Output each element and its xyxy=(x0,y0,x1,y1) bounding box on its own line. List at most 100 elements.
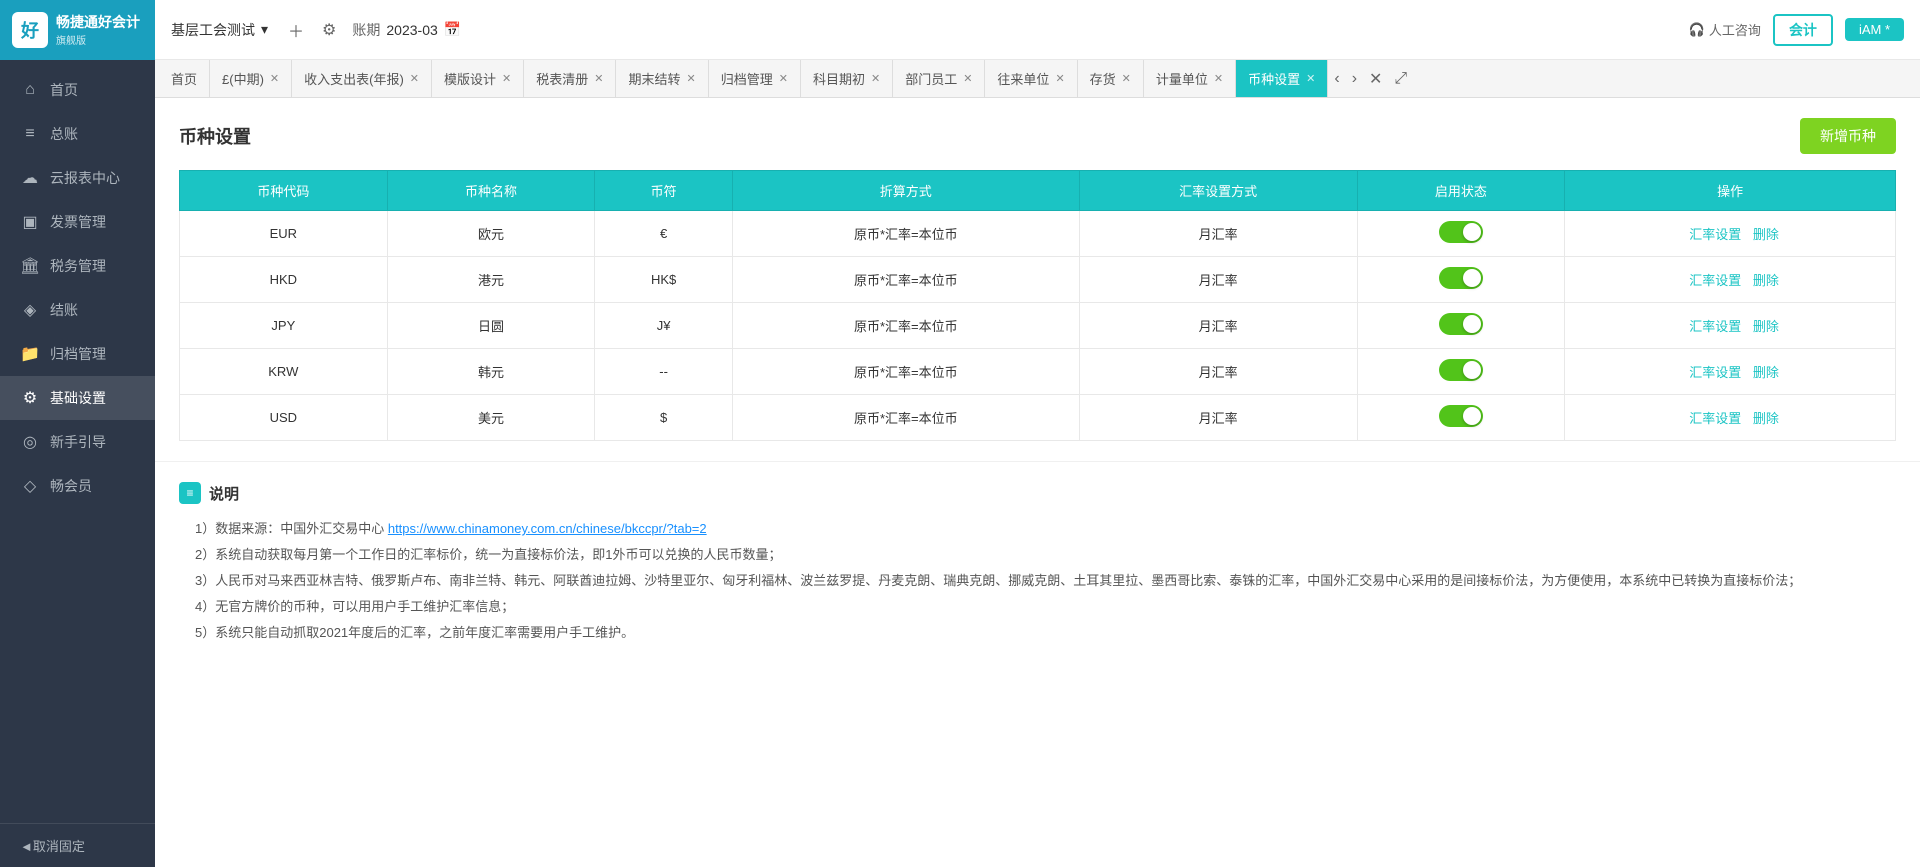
rate-settings-btn[interactable]: 汇率设置 xyxy=(1689,227,1741,242)
sidebar-item-archive[interactable]: 📁 归档管理 xyxy=(0,332,155,376)
tab-close-all-btn[interactable]: ✕ xyxy=(1363,69,1388,89)
period-selector[interactable]: 账期 2023-03 📅 xyxy=(352,20,461,40)
cell-actions: 汇率设置 删除 xyxy=(1565,257,1896,303)
tab-prev-btn[interactable]: ‹ xyxy=(1328,70,1345,88)
col-header-code: 币种代码 xyxy=(180,171,388,211)
tab-tax[interactable]: 税表清册 ✕ xyxy=(524,60,616,98)
cell-symbol: € xyxy=(595,211,733,257)
enable-toggle[interactable] xyxy=(1439,313,1483,335)
delete-btn[interactable]: 删除 xyxy=(1753,365,1779,380)
cell-code: HKD xyxy=(180,257,388,303)
sidebar-item-tax[interactable]: 🏛 税务管理 xyxy=(0,244,155,288)
tab-template[interactable]: 模版设计 ✕ xyxy=(432,60,524,98)
delete-btn[interactable]: 删除 xyxy=(1753,273,1779,288)
tab-expand-btn[interactable]: ⤢ xyxy=(1388,70,1413,88)
tab-close-icon[interactable]: ✕ xyxy=(963,72,972,85)
sidebar-item-invoice[interactable]: ▣ 发票管理 xyxy=(0,200,155,244)
delete-btn[interactable]: 删除 xyxy=(1753,227,1779,242)
delete-btn[interactable]: 删除 xyxy=(1753,319,1779,334)
cell-name: 港元 xyxy=(387,257,595,303)
delete-btn[interactable]: 删除 xyxy=(1753,411,1779,426)
tab-close-icon[interactable]: ✕ xyxy=(1055,72,1064,85)
sidebar-nav: ⌂ 首页 ≡ 总账 ☁ 云报表中心 ▣ 发票管理 🏛 税务管理 ◈ 结账 📁 归… xyxy=(0,60,155,823)
tab-balance[interactable]: £(中期) ✕ xyxy=(210,60,292,98)
cell-name: 美元 xyxy=(387,395,595,441)
sidebar-item-checkout[interactable]: ◈ 结账 xyxy=(0,288,155,332)
tab-close-icon[interactable]: ✕ xyxy=(1306,72,1315,85)
add-company-btn[interactable]: ＋ xyxy=(284,14,308,46)
sidebar-item-label: 结账 xyxy=(50,300,78,320)
tab-clients[interactable]: 往来单位 ✕ xyxy=(985,60,1077,98)
notice-item-3: 3）人民币对马来西亚林吉特、俄罗斯卢布、南非兰特、韩元、阿联酋迪拉姆、沙特里亚尔… xyxy=(187,568,1896,594)
tab-income[interactable]: 收入支出表(年报) ✕ xyxy=(292,60,432,98)
tab-label: 模版设计 xyxy=(444,69,496,88)
tab-next-btn[interactable]: › xyxy=(1346,70,1363,88)
cell-status xyxy=(1357,349,1565,395)
tab-close-icon[interactable]: ✕ xyxy=(687,72,696,85)
new-currency-btn[interactable]: 新增币种 xyxy=(1800,118,1896,154)
enable-toggle[interactable] xyxy=(1439,267,1483,289)
page-body: 币种设置 新增币种 币种代码 币种名称 币符 折算方式 汇率设置方式 启用状态 … xyxy=(155,98,1920,461)
notice-link[interactable]: https://www.chinamoney.com.cn/chinese/bk… xyxy=(388,521,707,536)
tab-dept[interactable]: 部门员工 ✕ xyxy=(893,60,985,98)
enable-toggle[interactable] xyxy=(1439,405,1483,427)
enable-toggle[interactable] xyxy=(1439,221,1483,243)
rate-settings-btn[interactable]: 汇率设置 xyxy=(1689,411,1741,426)
support-btn[interactable]: 🎧 人工咨询 xyxy=(1689,20,1761,39)
settings-icon: ⚙ xyxy=(20,388,40,408)
tab-currency[interactable]: 币种设置 ✕ xyxy=(1236,60,1328,98)
company-selector[interactable]: 基层工会测试 ▾ xyxy=(171,20,268,40)
tab-close-icon[interactable]: ✕ xyxy=(502,72,511,85)
tab-close-icon[interactable]: ✕ xyxy=(270,72,279,85)
tab-close-icon[interactable]: ✕ xyxy=(410,72,419,85)
sidebar-item-settings[interactable]: ⚙ 基础设置 xyxy=(0,376,155,420)
sidebar-item-ledger[interactable]: ≡ 总账 xyxy=(0,112,155,156)
col-header-calc: 折算方式 xyxy=(732,171,1079,211)
support-label: 人工咨询 xyxy=(1709,20,1761,39)
sidebar-item-guide[interactable]: ◎ 新手引导 xyxy=(0,420,155,464)
cell-actions: 汇率设置 删除 xyxy=(1565,395,1896,441)
tab-close-icon[interactable]: ✕ xyxy=(779,72,788,85)
tab-inventory[interactable]: 存货 ✕ xyxy=(1078,60,1144,98)
rate-settings-btn[interactable]: 汇率设置 xyxy=(1689,365,1741,380)
col-header-name: 币种名称 xyxy=(387,171,595,211)
sidebar-unpin[interactable]: ◄取消固定 xyxy=(0,823,155,867)
tab-subjects[interactable]: 科目期初 ✕ xyxy=(801,60,893,98)
app-subtitle: 旗舰版 xyxy=(56,32,140,47)
accounting-btn[interactable]: 会计 xyxy=(1773,14,1833,46)
sidebar-logo: 好 畅捷通好会计 旗舰版 xyxy=(0,0,155,60)
tab-period-end[interactable]: 期末结转 ✕ xyxy=(616,60,708,98)
sidebar-item-member[interactable]: ◇ 畅会员 xyxy=(0,464,155,508)
main-area: 基层工会测试 ▾ ＋ ⚙ 账期 2023-03 📅 🎧 人工咨询 会计 iAM … xyxy=(155,0,1920,867)
settings-btn[interactable]: ⚙ xyxy=(318,16,340,44)
cell-rate-method: 月汇率 xyxy=(1079,395,1357,441)
tab-home[interactable]: 首页 xyxy=(159,60,210,98)
table-row: KRW 韩元 -- 原币*汇率=本位币 月汇率 汇率设置 删除 xyxy=(180,349,1896,395)
tab-close-icon[interactable]: ✕ xyxy=(1214,72,1223,85)
notice-title-row: ≡ 说明 xyxy=(179,482,1896,504)
tab-close-icon[interactable]: ✕ xyxy=(594,72,603,85)
cell-symbol: $ xyxy=(595,395,733,441)
cell-name: 日圆 xyxy=(387,303,595,349)
sidebar-item-label: 首页 xyxy=(50,80,78,100)
col-header-status: 启用状态 xyxy=(1357,171,1565,211)
page-title-row: 币种设置 新增币种 xyxy=(179,118,1896,154)
tab-close-icon[interactable]: ✕ xyxy=(871,72,880,85)
tab-close-icon[interactable]: ✕ xyxy=(1122,72,1131,85)
tab-measure[interactable]: 计量单位 ✕ xyxy=(1144,60,1236,98)
notice-section: ≡ 说明 1）数据来源：中国外汇交易中心 https://www.chinamo… xyxy=(155,461,1920,666)
cell-calc: 原币*汇率=本位币 xyxy=(732,395,1079,441)
archive-icon: 📁 xyxy=(20,344,40,364)
table-row: JPY 日圆 J¥ 原币*汇率=本位币 月汇率 汇率设置 删除 xyxy=(180,303,1896,349)
table-row: USD 美元 $ 原币*汇率=本位币 月汇率 汇率设置 删除 xyxy=(180,395,1896,441)
tabbar: 首页 £(中期) ✕ 收入支出表(年报) ✕ 模版设计 ✕ 税表清册 ✕ 期末结… xyxy=(155,60,1920,98)
tab-archive[interactable]: 归档管理 ✕ xyxy=(709,60,801,98)
guide-icon: ◎ xyxy=(20,432,40,452)
rate-settings-btn[interactable]: 汇率设置 xyxy=(1689,273,1741,288)
tab-label: 首页 xyxy=(171,69,197,88)
cell-status xyxy=(1357,303,1565,349)
sidebar-item-home[interactable]: ⌂ 首页 xyxy=(0,68,155,112)
sidebar-item-reports[interactable]: ☁ 云报表中心 xyxy=(0,156,155,200)
enable-toggle[interactable] xyxy=(1439,359,1483,381)
rate-settings-btn[interactable]: 汇率设置 xyxy=(1689,319,1741,334)
